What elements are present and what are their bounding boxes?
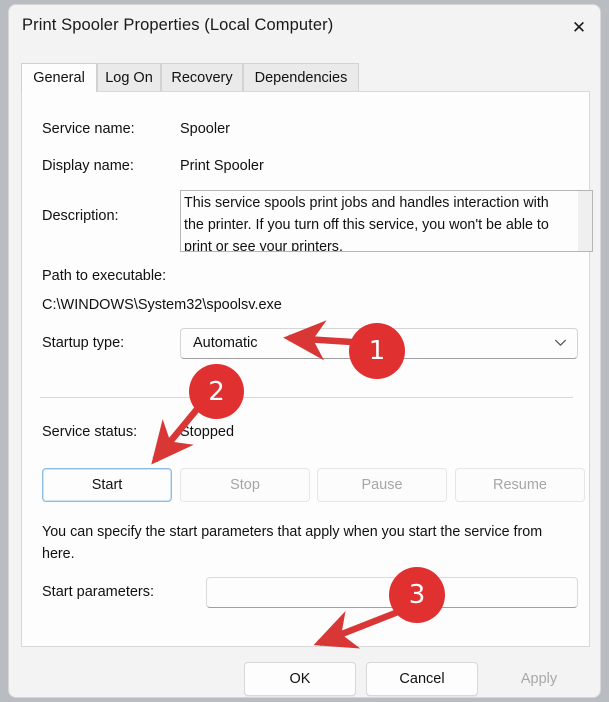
general-tab-panel: Service name: Spooler Display name: Prin… [21,91,593,647]
startup-type-value: Automatic [193,335,258,351]
resume-button: Resume [455,468,585,502]
ok-button[interactable]: OK [244,662,356,696]
screenshot-root: Print Spooler Properties (Local Computer… [0,0,609,702]
tab-dependencies-label: Dependencies [254,70,348,86]
start-parameters-help-text: You can specify the start parameters tha… [42,524,543,562]
apply-button-label: Apply [520,671,558,687]
chevron-down-icon [554,339,567,346]
tab-dependencies[interactable]: Dependencies [243,63,359,92]
annotation-badge-1: 1 [349,323,405,379]
stop-button-label: Stop [230,477,260,493]
annotation-badge-3: 3 [389,567,445,623]
print-spooler-properties-dialog: Print Spooler Properties (Local Computer… [8,4,601,698]
start-parameters-label: Start parameters: [42,584,155,600]
resume-button-label: Resume [493,477,547,493]
tab-strip: General Log On Recovery Dependencies [21,63,590,92]
tab-general-label: General [33,70,85,86]
apply-button: Apply [488,662,590,696]
description-value: This service spools print jobs and handl… [184,195,549,252]
stop-button: Stop [180,468,310,502]
display-name-label: Display name: [42,158,134,174]
service-status-value: Stopped [180,424,235,440]
startup-type-label: Startup type: [42,335,125,351]
tab-log-on-label: Log On [105,70,153,86]
tab-general[interactable]: General [21,63,97,92]
description-label: Description: [42,208,119,224]
cancel-button-label: Cancel [399,671,445,687]
tab-log-on[interactable]: Log On [97,63,161,92]
description-scrollbar[interactable] [578,190,593,252]
pause-button: Pause [317,468,447,502]
annotation-badge-1-number: 1 [368,336,386,366]
title-bar: Print Spooler Properties (Local Computer… [9,5,600,51]
close-icon: ✕ [571,17,587,37]
close-button[interactable]: ✕ [556,5,600,49]
annotation-badge-2: 2 [189,364,244,419]
description-textbox[interactable]: This service spools print jobs and handl… [180,190,578,252]
tab-recovery[interactable]: Recovery [161,63,243,92]
tab-recovery-label: Recovery [171,70,233,86]
annotation-badge-2-number: 2 [208,376,225,407]
ok-button-label: OK [289,671,311,687]
start-button-label: Start [91,477,123,493]
annotation-badge-3-number: 3 [408,580,426,610]
service-name-label: Service name: [42,121,135,137]
pause-button-label: Pause [361,477,403,493]
service-status-label: Service status: [42,424,138,440]
path-to-executable-label: Path to executable: [42,268,167,284]
start-button[interactable]: Start [42,468,172,502]
display-name-value: Print Spooler [180,158,264,174]
path-to-executable-value: C:\WINDOWS\System32\spoolsv.exe [42,297,282,313]
cancel-button[interactable]: Cancel [366,662,478,696]
service-name-value: Spooler [180,121,230,137]
window-title: Print Spooler Properties (Local Computer… [22,16,334,34]
section-divider [40,397,573,398]
